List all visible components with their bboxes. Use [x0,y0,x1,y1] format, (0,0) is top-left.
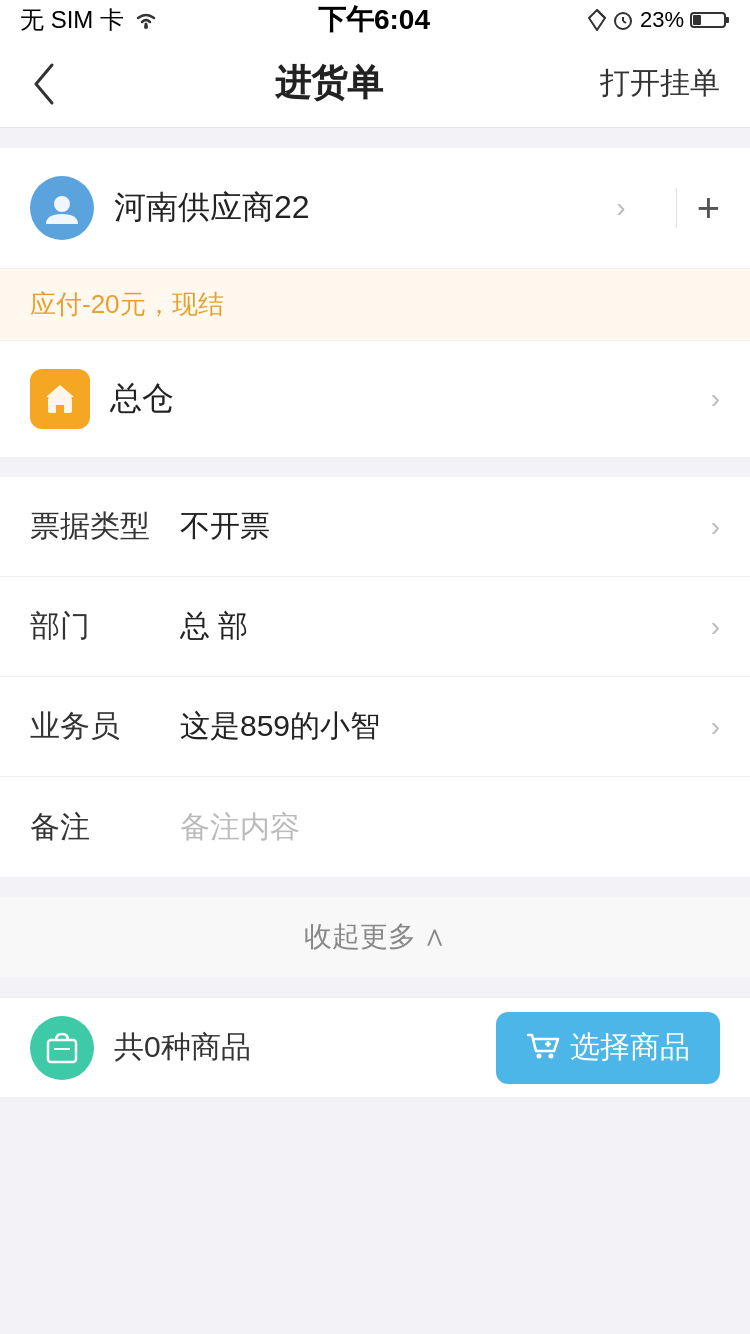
form-label-department: 部门 [30,606,170,647]
vertical-divider [676,188,677,228]
cart-icon [526,1033,560,1063]
page-title: 进货单 [275,59,383,108]
warehouse-row[interactable]: 总仓 › [0,340,750,457]
status-right: 23% [588,7,730,33]
svg-marker-9 [46,385,74,397]
location-icon [588,9,606,31]
back-button[interactable] [30,61,58,107]
section-divider-1 [0,128,750,148]
department-chevron-icon: › [711,611,720,643]
form-value-invoice-type: 不开票 [170,506,711,547]
svg-rect-6 [725,17,729,23]
bottom-bar: 共0种商品 选择商品 [0,997,750,1097]
supplier-name: 河南供应商22 [114,186,616,230]
form-section: 票据类型 不开票 › 部门 总 部 › 业务员 这是859的小智 › 备注 备注… [0,477,750,877]
status-time: 下午6:04 [318,1,430,39]
battery-icon [690,10,730,30]
select-product-label: 选择商品 [570,1027,690,1068]
supplier-row[interactable]: 河南供应商22 › + [0,148,750,269]
form-row-remark[interactable]: 备注 备注内容 [0,777,750,877]
nav-bar: 进货单 打开挂单 [0,40,750,128]
form-row-department[interactable]: 部门 总 部 › [0,577,750,677]
supplier-section: 河南供应商22 › + 应付-20元，现结 总仓 › [0,148,750,457]
form-row-invoice-type[interactable]: 票据类型 不开票 › [0,477,750,577]
form-label-invoice-type: 票据类型 [30,506,170,547]
supplier-chevron-icon: › [616,192,625,224]
supplier-avatar [30,176,94,240]
notice-bar: 应付-20元，现结 [0,269,750,340]
form-label-remark: 备注 [30,807,170,848]
svg-rect-5 [693,15,701,25]
svg-point-7 [54,196,70,212]
collapse-row[interactable]: 收起更多 ∧ [0,897,750,977]
svg-line-3 [623,21,626,23]
form-value-salesperson: 这是859的小智 [170,706,711,747]
status-left: 无 SIM 卡 [20,4,160,36]
collapse-label: 收起更多 ∧ [304,918,447,956]
page-background [0,1097,750,1334]
form-value-remark[interactable]: 备注内容 [170,807,720,848]
open-pending-button[interactable]: 打开挂单 [600,63,720,104]
add-supplier-button[interactable]: + [697,188,720,228]
svg-point-14 [549,1053,554,1058]
select-product-button[interactable]: 选择商品 [496,1012,720,1084]
svg-point-0 [144,25,148,29]
invoice-type-chevron-icon: › [711,511,720,543]
signal-text: 无 SIM 卡 [20,4,124,36]
alarm-icon [612,9,634,31]
form-label-salesperson: 业务员 [30,706,170,747]
salesperson-chevron-icon: › [711,711,720,743]
product-count-label: 共0种商品 [114,1027,496,1068]
form-value-department: 总 部 [170,606,711,647]
wifi-icon [132,10,160,30]
svg-rect-11 [48,1040,76,1062]
svg-rect-10 [56,405,64,413]
status-bar: 无 SIM 卡 下午6:04 23% [0,0,750,40]
product-icon [30,1016,94,1080]
form-row-salesperson[interactable]: 业务员 这是859的小智 › [0,677,750,777]
warehouse-chevron-icon: › [711,383,720,415]
warehouse-name: 总仓 [110,377,711,421]
battery-text: 23% [640,7,684,33]
warehouse-icon [30,369,90,429]
svg-point-13 [537,1053,542,1058]
